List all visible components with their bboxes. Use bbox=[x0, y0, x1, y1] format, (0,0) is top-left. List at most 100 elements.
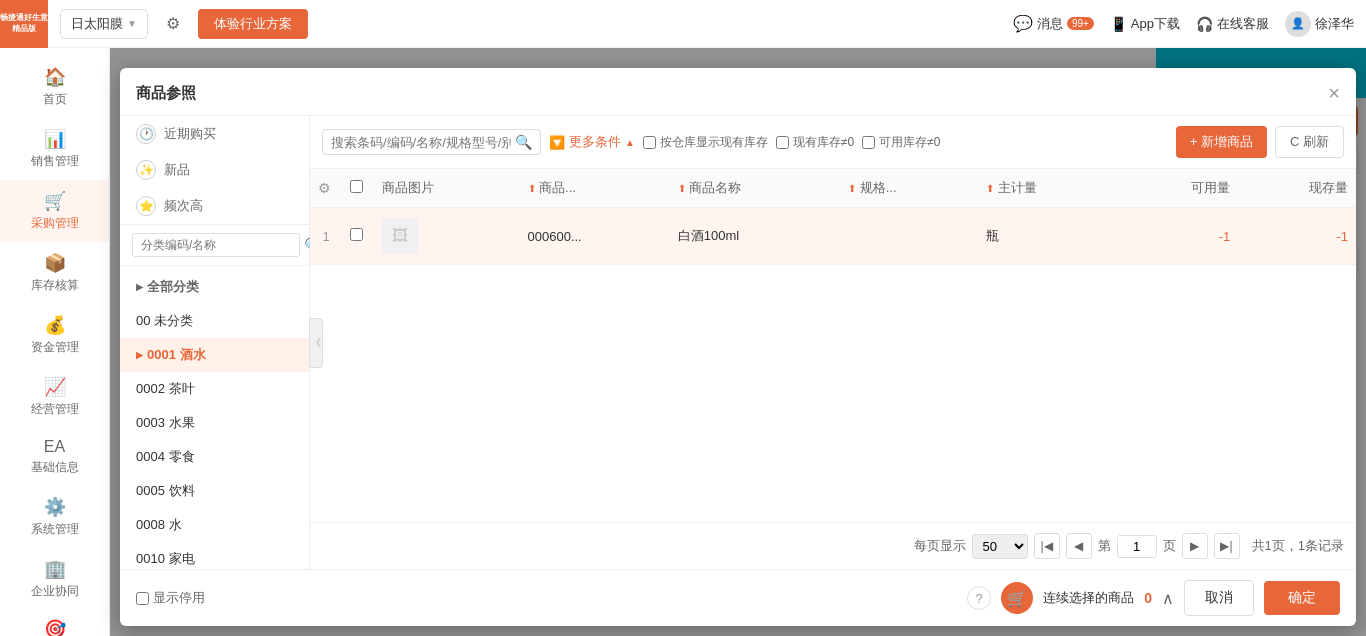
fold-icon[interactable]: ∧ bbox=[1162, 589, 1174, 608]
cancel-button[interactable]: 取消 bbox=[1184, 580, 1254, 616]
sidebar-item-operations[interactable]: 📈 经营管理 bbox=[0, 366, 109, 428]
col-settings[interactable]: ⚙ bbox=[310, 169, 342, 208]
refresh-button[interactable]: C 刷新 bbox=[1275, 126, 1344, 158]
modal-close-button[interactable]: × bbox=[1328, 82, 1340, 105]
col-spec[interactable]: ⬆ 规格... bbox=[840, 169, 978, 208]
per-page-label: 每页显示 bbox=[914, 537, 966, 555]
sidebar-item-purchase[interactable]: 🛒 采购管理 bbox=[0, 180, 109, 242]
row-checkbox-cell[interactable] bbox=[342, 208, 374, 265]
layout: 🏠 首页 📊 销售管理 🛒 采购管理 📦 库存核算 💰 资金管理 📈 经营管理 … bbox=[0, 48, 1366, 636]
sidebar-item-basics[interactable]: EA 基础信息 bbox=[0, 428, 109, 486]
row-name: 白酒100ml bbox=[670, 208, 840, 265]
modal-footer: 显示停用 ? 🛒 连续选择的商品 0 ∧ 取消 确定 bbox=[120, 569, 1356, 626]
category-0010[interactable]: 0010 家电 bbox=[120, 542, 309, 569]
col-unit[interactable]: ⬆ 主计量 bbox=[978, 169, 1121, 208]
quick-nav: 🕐 近期购买 ✨ 新品 ⭐ 频次高 bbox=[120, 116, 309, 225]
sidebar-item-home[interactable]: 🏠 首页 bbox=[0, 56, 109, 118]
warehouse-checkbox-label[interactable]: 按仓库显示现有库存 bbox=[643, 134, 768, 151]
product-reference-modal: 商品参照 × 🕐 近期购买 ✨ 新品 bbox=[120, 68, 1356, 626]
col-available[interactable]: 可用量 bbox=[1121, 169, 1239, 208]
sort-icon: ⬆ bbox=[528, 183, 536, 194]
col-code[interactable]: ⬆ 商品... bbox=[520, 169, 670, 208]
product-search-input[interactable] bbox=[331, 135, 511, 150]
category-0001[interactable]: ▶ 0001 酒水 bbox=[120, 338, 309, 372]
per-page-select[interactable]: 50 100 200 bbox=[972, 534, 1028, 559]
user-profile[interactable]: 👤 徐泽华 bbox=[1285, 11, 1354, 37]
headset-icon: 🎧 bbox=[1196, 16, 1213, 32]
available-stock-checkbox[interactable] bbox=[862, 136, 875, 149]
navbar: 畅捷通好生意 精品版 日太阳膜 ▼ ⚙ 体验行业方案 💬 消息 99+ 📱 Ap… bbox=[0, 0, 1366, 48]
show-disabled-checkbox[interactable] bbox=[136, 592, 149, 605]
arrow-right-icon: ▶ bbox=[136, 282, 143, 292]
category-0008[interactable]: 0008 水 bbox=[120, 508, 309, 542]
page-number-input[interactable] bbox=[1117, 535, 1157, 558]
prev-page-button[interactable]: ◀ bbox=[1066, 533, 1092, 559]
category-0002[interactable]: 0002 茶叶 bbox=[120, 372, 309, 406]
new-products-item[interactable]: ✨ 新品 bbox=[120, 152, 309, 188]
sidebar-item-enterprise[interactable]: 🏢 企业协同 bbox=[0, 548, 109, 610]
row-available: -1 bbox=[1121, 208, 1239, 265]
category-0004[interactable]: 0004 零食 bbox=[120, 440, 309, 474]
store-dropdown[interactable]: 日太阳膜 ▼ bbox=[60, 9, 148, 39]
operations-icon: 📈 bbox=[44, 376, 66, 398]
row-unit: 瓶 bbox=[978, 208, 1121, 265]
current-stock-checkbox-label[interactable]: 现有库存≠0 bbox=[776, 134, 854, 151]
row-index: 1 bbox=[310, 208, 342, 265]
frequent-items[interactable]: ⭐ 频次高 bbox=[120, 188, 309, 224]
sidebar-item-finance[interactable]: 💰 资金管理 bbox=[0, 304, 109, 366]
collapse-panel-button[interactable]: 《 bbox=[309, 318, 323, 368]
sidebar: 🏠 首页 📊 销售管理 🛒 采购管理 📦 库存核算 💰 资金管理 📈 经营管理 … bbox=[0, 48, 110, 636]
more-filter-button[interactable]: 🔽 更多条件 ▲ bbox=[549, 133, 635, 151]
sidebar-item-inventory[interactable]: 📦 库存核算 bbox=[0, 242, 109, 304]
cart-label: 连续选择的商品 bbox=[1043, 589, 1134, 607]
select-all-checkbox[interactable] bbox=[350, 180, 363, 193]
col-image: 商品图片 bbox=[374, 169, 520, 208]
category-search-input[interactable] bbox=[132, 233, 300, 257]
pagination-bar: 每页显示 50 100 200 |◀ ◀ 第 页 ▶ ▶| 共1页，1 bbox=[310, 522, 1356, 569]
messages-item[interactable]: 💬 消息 99+ bbox=[1013, 14, 1094, 33]
gear-icon[interactable]: ⚙ bbox=[158, 9, 188, 39]
first-page-button[interactable]: |◀ bbox=[1034, 533, 1060, 559]
show-disabled-label[interactable]: 显示停用 bbox=[136, 589, 205, 607]
star-new-icon: ✨ bbox=[136, 160, 156, 180]
sidebar-item-sales[interactable]: 📊 销售管理 bbox=[0, 118, 109, 180]
footer-right: ? 🛒 连续选择的商品 0 ∧ 取消 确定 bbox=[967, 580, 1340, 616]
home-icon: 🏠 bbox=[44, 66, 66, 88]
cart-count: 0 bbox=[1144, 590, 1152, 606]
avatar: 👤 bbox=[1285, 11, 1311, 37]
help-button[interactable]: ? bbox=[967, 586, 991, 610]
online-service-item[interactable]: 🎧 在线客服 bbox=[1196, 15, 1269, 33]
row-spec bbox=[840, 208, 978, 265]
confirm-button[interactable]: 确定 bbox=[1264, 581, 1340, 615]
col-checkbox[interactable] bbox=[342, 169, 374, 208]
page-suffix: 页 bbox=[1163, 537, 1176, 555]
inventory-icon: 📦 bbox=[44, 252, 66, 274]
modal-title: 商品参照 bbox=[136, 84, 196, 103]
next-page-button[interactable]: ▶ bbox=[1182, 533, 1208, 559]
search-icon[interactable]: 🔍 bbox=[515, 134, 532, 150]
row-checkbox[interactable] bbox=[350, 228, 363, 241]
phone-icon: 📱 bbox=[1110, 16, 1127, 32]
total-info: 共1页，1条记录 bbox=[1252, 537, 1344, 555]
last-page-button[interactable]: ▶| bbox=[1214, 533, 1240, 559]
row-stock: -1 bbox=[1238, 208, 1356, 265]
col-name[interactable]: ⬆ 商品名称 bbox=[670, 169, 840, 208]
category-0005[interactable]: 0005 饮料 bbox=[120, 474, 309, 508]
add-product-button[interactable]: + 新增商品 bbox=[1176, 126, 1267, 158]
message-icon: 💬 bbox=[1013, 14, 1033, 33]
current-stock-checkbox[interactable] bbox=[776, 136, 789, 149]
table-row[interactable]: 1 🖼 000600... 白酒100ml bbox=[310, 208, 1356, 265]
category-0003[interactable]: 0003 水果 bbox=[120, 406, 309, 440]
warehouse-checkbox[interactable] bbox=[643, 136, 656, 149]
recent-purchases-item[interactable]: 🕐 近期购买 bbox=[120, 116, 309, 152]
category-all[interactable]: ▶ 全部分类 bbox=[120, 270, 309, 304]
sidebar-item-guide[interactable]: 🎯 新手引导 bbox=[0, 610, 109, 636]
category-00[interactable]: 00 未分类 bbox=[120, 304, 309, 338]
cart-button[interactable]: 🛒 bbox=[1001, 582, 1033, 614]
sidebar-item-system[interactable]: ⚙️ 系统管理 bbox=[0, 486, 109, 548]
app-download-item[interactable]: 📱 App下载 bbox=[1110, 15, 1180, 33]
experience-button[interactable]: 体验行业方案 bbox=[198, 9, 308, 39]
page-label: 第 bbox=[1098, 537, 1111, 555]
available-stock-checkbox-label[interactable]: 可用库存≠0 bbox=[862, 134, 940, 151]
col-stock[interactable]: 现存量 bbox=[1238, 169, 1356, 208]
